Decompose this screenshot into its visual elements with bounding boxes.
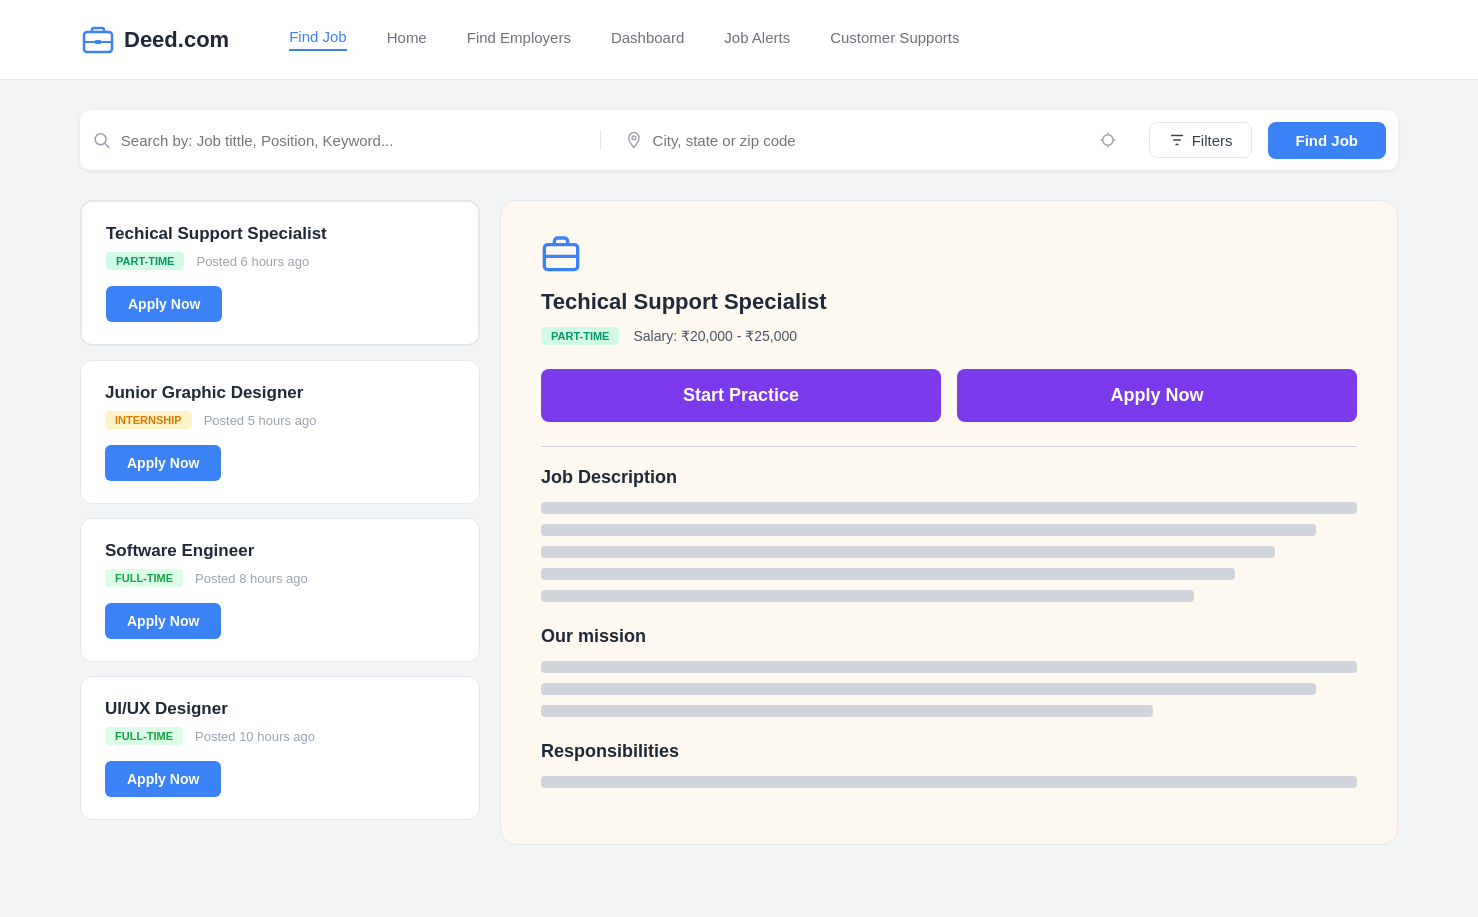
job-posted-0: Posted 6 hours ago xyxy=(196,254,309,269)
job-description-title: Job Description xyxy=(541,467,1357,488)
responsibilities-content xyxy=(541,776,1357,788)
location-search-area xyxy=(609,130,1133,150)
apply-button-2[interactable]: Apply Now xyxy=(105,603,221,639)
job-description-content xyxy=(541,502,1357,602)
skeleton-line xyxy=(541,705,1153,717)
responsibilities-title: Responsibilities xyxy=(541,741,1357,762)
svg-point-3 xyxy=(95,134,106,145)
job-posted-3: Posted 10 hours ago xyxy=(195,729,315,744)
skeleton-line xyxy=(541,502,1357,514)
job-badge-2: FULL-TIME xyxy=(105,569,183,587)
skeleton-line xyxy=(541,546,1275,558)
skeleton-line xyxy=(541,661,1357,673)
filters-button[interactable]: Filters xyxy=(1149,122,1252,158)
job-title-0: Techical Support Specialist xyxy=(106,224,454,244)
skeleton-line xyxy=(541,568,1235,580)
nav-find-employers[interactable]: Find Employers xyxy=(467,29,571,50)
job-meta-1: INTERNSHIP Posted 5 hours ago xyxy=(105,411,455,429)
job-search-area xyxy=(92,130,601,150)
nav-home[interactable]: Home xyxy=(387,29,427,50)
job-card-1: Junior Graphic Designer INTERNSHIP Poste… xyxy=(80,360,480,504)
location-input[interactable] xyxy=(653,132,1089,149)
job-card-2: Software Engineer FULL-TIME Posted 8 hou… xyxy=(80,518,480,662)
search-section: Filters Find Job xyxy=(0,80,1478,190)
job-title-3: UI/UX Designer xyxy=(105,699,455,719)
apply-button-1[interactable]: Apply Now xyxy=(105,445,221,481)
apply-button-0[interactable]: Apply Now xyxy=(106,286,222,322)
search-bar: Filters Find Job xyxy=(80,110,1398,170)
filters-label: Filters xyxy=(1192,132,1233,149)
svg-rect-2 xyxy=(95,40,101,44)
header: Deed.com Find Job Home Find Employers Da… xyxy=(0,0,1478,80)
job-title-1: Junior Graphic Designer xyxy=(105,383,455,403)
nav-customer-supports[interactable]: Customer Supports xyxy=(830,29,959,50)
logo-text: Deed.com xyxy=(124,27,229,53)
mission-content xyxy=(541,661,1357,717)
svg-point-5 xyxy=(632,136,636,140)
job-badge-1: INTERNSHIP xyxy=(105,411,192,429)
nav-dashboard[interactable]: Dashboard xyxy=(611,29,684,50)
logo: Deed.com xyxy=(80,22,229,58)
find-job-button[interactable]: Find Job xyxy=(1268,122,1387,159)
skeleton-line xyxy=(541,590,1194,602)
skeleton-line xyxy=(541,683,1316,695)
start-practice-button[interactable]: Start Practice xyxy=(541,369,941,422)
detail-badge: PART-TIME xyxy=(541,327,619,345)
our-mission-title: Our mission xyxy=(541,626,1357,647)
job-card-0: Techical Support Specialist PART-TIME Po… xyxy=(80,200,480,346)
main-content: Techical Support Specialist PART-TIME Po… xyxy=(0,190,1478,875)
job-badge-3: FULL-TIME xyxy=(105,727,183,745)
nav-job-alerts[interactable]: Job Alerts xyxy=(724,29,790,50)
job-search-input[interactable] xyxy=(121,132,584,149)
detail-meta: PART-TIME Salary: ₹20,000 - ₹25,000 xyxy=(541,327,1357,345)
job-meta-0: PART-TIME Posted 6 hours ago xyxy=(106,252,454,270)
detail-briefcase-icon xyxy=(541,233,581,273)
job-list-panel: Techical Support Specialist PART-TIME Po… xyxy=(80,200,480,845)
job-detail-panel: Techical Support Specialist PART-TIME Sa… xyxy=(500,200,1398,845)
detail-apply-now-button[interactable]: Apply Now xyxy=(957,369,1357,422)
detail-job-title: Techical Support Specialist xyxy=(541,289,1357,315)
apply-button-3[interactable]: Apply Now xyxy=(105,761,221,797)
svg-line-4 xyxy=(105,144,109,148)
detail-salary: Salary: ₹20,000 - ₹25,000 xyxy=(633,328,797,344)
skeleton-line xyxy=(541,524,1316,536)
job-title-2: Software Engineer xyxy=(105,541,455,561)
svg-point-6 xyxy=(1103,135,1113,145)
action-buttons: Start Practice Apply Now xyxy=(541,369,1357,422)
location-icon xyxy=(625,130,643,150)
crosshair-icon xyxy=(1099,130,1117,150)
logo-icon xyxy=(80,22,116,58)
skeleton-line xyxy=(541,776,1357,788)
job-card-3: UI/UX Designer FULL-TIME Posted 10 hours… xyxy=(80,676,480,820)
nav-find-job[interactable]: Find Job xyxy=(289,28,347,51)
job-meta-3: FULL-TIME Posted 10 hours ago xyxy=(105,727,455,745)
job-badge-0: PART-TIME xyxy=(106,252,184,270)
detail-divider xyxy=(541,446,1357,447)
filter-icon xyxy=(1168,131,1186,149)
job-posted-1: Posted 5 hours ago xyxy=(204,413,317,428)
job-meta-2: FULL-TIME Posted 8 hours ago xyxy=(105,569,455,587)
job-posted-2: Posted 8 hours ago xyxy=(195,571,308,586)
main-nav: Find Job Home Find Employers Dashboard J… xyxy=(289,28,959,51)
search-icon xyxy=(92,130,111,150)
